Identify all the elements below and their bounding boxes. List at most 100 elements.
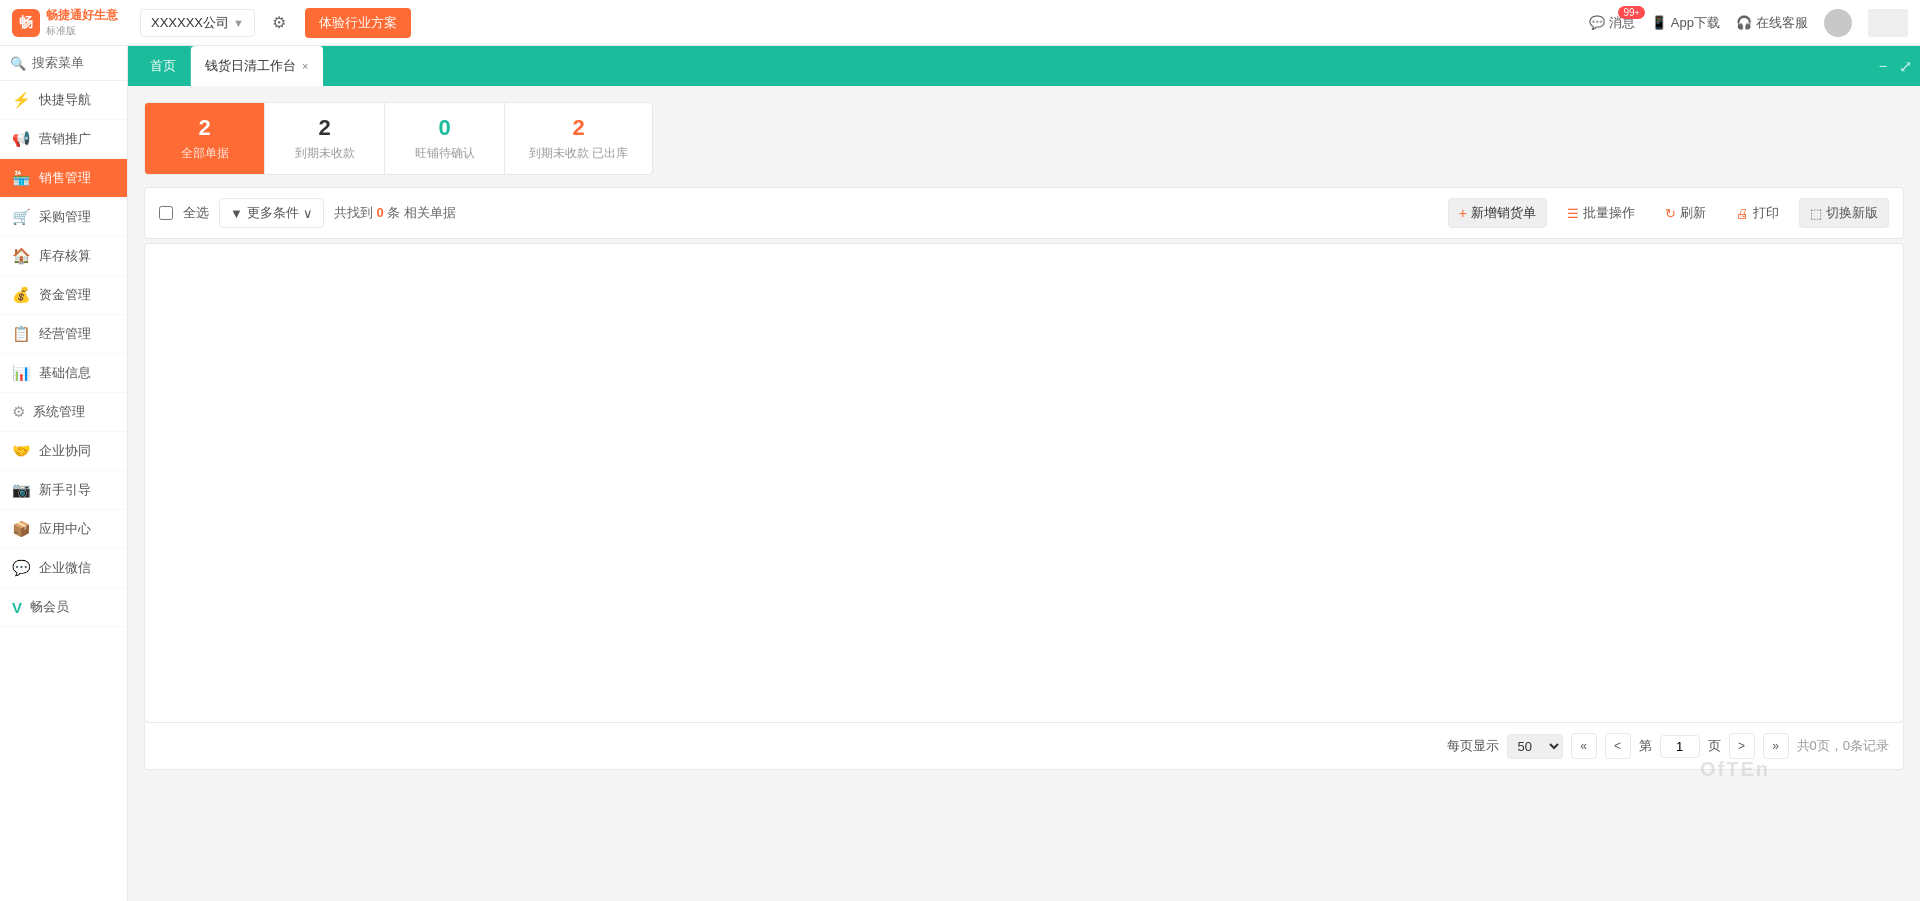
guide-icon: 📷 <box>12 481 31 499</box>
message-action[interactable]: 💬 消息 99+ <box>1589 14 1635 32</box>
company-selector[interactable]: XXXXXX公司 ▼ <box>140 9 255 37</box>
enterprise-icon: 🤝 <box>12 442 31 460</box>
last-page-button[interactable]: » <box>1763 733 1789 759</box>
select-all-checkbox[interactable] <box>159 206 173 220</box>
settings-icon[interactable]: ⚙ <box>263 7 295 39</box>
sidebar-label-marketing: 营销推广 <box>39 130 91 148</box>
sidebar-item-member[interactable]: V 畅会员 <box>0 588 127 627</box>
sidebar-item-basics[interactable]: 📊 基础信息 <box>0 354 127 393</box>
experience-button[interactable]: 体验行业方案 <box>305 8 411 38</box>
print-label: 打印 <box>1753 204 1779 222</box>
main-content: 2 全部单据 2 到期未收款 0 旺铺待确认 2 到期未收款 已出库 全选 ▼ … <box>128 86 1920 901</box>
found-text: 共找到 0 条 相关单据 <box>334 204 456 222</box>
switch-icon: ⬚ <box>1810 206 1822 221</box>
stats-count-pending: 0 <box>409 115 480 141</box>
sidebar-item-wechat[interactable]: 💬 企业微信 <box>0 549 127 588</box>
batch-action-button[interactable]: ☰ 批量操作 <box>1557 199 1645 227</box>
stats-count-shipped: 2 <box>529 115 628 141</box>
user-name-placeholder <box>1868 9 1908 37</box>
nav-tabs: 首页 钱货日清工作台 × － ⤢ <box>128 46 1920 86</box>
online-service-action[interactable]: 🎧 在线客服 <box>1736 14 1808 32</box>
stats-count-all: 2 <box>169 115 240 141</box>
sidebar-label-wechat: 企业微信 <box>39 559 91 577</box>
company-name: XXXXXX公司 <box>151 14 229 32</box>
stats-tabs: 2 全部单据 2 到期未收款 0 旺铺待确认 2 到期未收款 已出库 <box>144 102 653 175</box>
sidebar-item-operations[interactable]: 📋 经营管理 <box>0 315 127 354</box>
sidebar-item-appstore[interactable]: 📦 应用中心 <box>0 510 127 549</box>
top-header: 畅 畅捷通好生意 标准版 XXXXXX公司 ▼ ⚙ 体验行业方案 💬 消息 99… <box>0 0 1920 46</box>
inventory-icon: 🏠 <box>12 247 31 265</box>
sidebar-label-inventory: 库存核算 <box>39 247 91 265</box>
logo-icon: 畅 <box>12 9 40 37</box>
nav-tab-home[interactable]: 首页 <box>136 46 191 86</box>
search-menu[interactable]: 🔍 搜索菜单 <box>0 46 127 81</box>
more-filters-button[interactable]: ▼ 更多条件 ∨ <box>219 198 324 228</box>
per-page-select[interactable]: 50 100 200 <box>1507 734 1563 759</box>
stats-label-shipped: 到期未收款 已出库 <box>529 145 628 162</box>
toolbar-right: + 新增销货单 ☰ 批量操作 ↻ 刷新 🖨 打印 ⬚ 切换新版 <box>1448 198 1889 228</box>
print-button[interactable]: 🖨 打印 <box>1726 199 1789 227</box>
sidebar: 🔍 搜索菜单 ⚡ 快捷导航 📢 营销推广 🏪 销售管理 🛒 采购管理 🏠 库存核… <box>0 0 128 901</box>
nav-tabs-right: － ⤢ <box>1875 56 1912 77</box>
pagination: 每页显示 50 100 200 « < 第 页 > » 共0页，0条记录 <box>144 723 1904 770</box>
sidebar-item-system[interactable]: ⚙ 系统管理 <box>0 393 127 432</box>
stats-tab-pending[interactable]: 0 旺铺待确认 <box>385 103 505 174</box>
expand-icon[interactable]: ⤢ <box>1899 57 1912 76</box>
online-service-label: 在线客服 <box>1756 14 1808 32</box>
select-all-label: 全选 <box>183 204 209 222</box>
sidebar-label-guide: 新手引导 <box>39 481 91 499</box>
sidebar-item-quick-nav[interactable]: ⚡ 快捷导航 <box>0 81 127 120</box>
chevron-filter-icon: ∨ <box>303 206 313 221</box>
sidebar-item-marketing[interactable]: 📢 营销推广 <box>0 120 127 159</box>
sidebar-label-member: 畅会员 <box>30 598 69 616</box>
member-icon: V <box>12 599 22 616</box>
switch-new-version-button[interactable]: ⬚ 切换新版 <box>1799 198 1889 228</box>
logo-area: 畅 畅捷通好生意 标准版 <box>12 7 140 38</box>
message-badge: 99+ <box>1618 6 1644 19</box>
sidebar-item-enterprise[interactable]: 🤝 企业协同 <box>0 432 127 471</box>
page-total: 共0页，0条记录 <box>1797 737 1889 755</box>
stats-label-all: 全部单据 <box>169 145 240 162</box>
sidebar-label-quick-nav: 快捷导航 <box>39 91 91 109</box>
sidebar-item-purchase[interactable]: 🛒 采购管理 <box>0 198 127 237</box>
stats-tab-shipped[interactable]: 2 到期未收款 已出库 <box>505 103 652 174</box>
close-tab-icon[interactable]: × <box>302 60 308 72</box>
new-sales-order-button[interactable]: + 新增销货单 <box>1448 198 1547 228</box>
switch-label: 切换新版 <box>1826 204 1878 222</box>
stats-label-pending: 旺铺待确认 <box>409 145 480 162</box>
batch-icon: ☰ <box>1567 206 1579 221</box>
page-label-suffix: 页 <box>1708 737 1721 755</box>
quick-nav-icon: ⚡ <box>12 91 31 109</box>
minimize-icon[interactable]: － <box>1875 56 1891 77</box>
nav-tab-active[interactable]: 钱货日清工作台 × <box>191 46 323 86</box>
download-icon: 📱 <box>1651 15 1667 30</box>
prev-page-button[interactable]: < <box>1605 733 1631 759</box>
logo-title: 畅捷通好生意 <box>46 7 118 24</box>
page-label-prefix: 第 <box>1639 737 1652 755</box>
app-download-action[interactable]: 📱 App下载 <box>1651 14 1720 32</box>
sidebar-item-sales[interactable]: 🏪 销售管理 <box>0 159 127 198</box>
purchase-icon: 🛒 <box>12 208 31 226</box>
sidebar-item-finance[interactable]: 💰 资金管理 <box>0 276 127 315</box>
sidebar-item-inventory[interactable]: 🏠 库存核算 <box>0 237 127 276</box>
wechat-icon: 💬 <box>12 559 31 577</box>
refresh-label: 刷新 <box>1680 204 1706 222</box>
avatar[interactable] <box>1824 9 1852 37</box>
stats-tab-overdue[interactable]: 2 到期未收款 <box>265 103 385 174</box>
stats-count-overdue: 2 <box>289 115 360 141</box>
next-page-button[interactable]: > <box>1729 733 1755 759</box>
page-number-input[interactable] <box>1660 735 1700 758</box>
appstore-icon: 📦 <box>12 520 31 538</box>
system-icon: ⚙ <box>12 403 25 421</box>
sidebar-item-guide[interactable]: 📷 新手引导 <box>0 471 127 510</box>
filter-label: 更多条件 <box>247 204 299 222</box>
stats-tab-all[interactable]: 2 全部单据 <box>145 103 265 174</box>
sales-icon: 🏪 <box>12 169 31 187</box>
first-page-button[interactable]: « <box>1571 733 1597 759</box>
toolbar: 全选 ▼ 更多条件 ∨ 共找到 0 条 相关单据 + 新增销货单 ☰ 批量操作 <box>144 187 1904 239</box>
header-right: 💬 消息 99+ 📱 App下载 🎧 在线客服 <box>1589 9 1908 37</box>
content-area <box>144 243 1904 723</box>
plus-icon: + <box>1459 205 1467 221</box>
sidebar-label-purchase: 采购管理 <box>39 208 91 226</box>
refresh-button[interactable]: ↻ 刷新 <box>1655 199 1716 227</box>
